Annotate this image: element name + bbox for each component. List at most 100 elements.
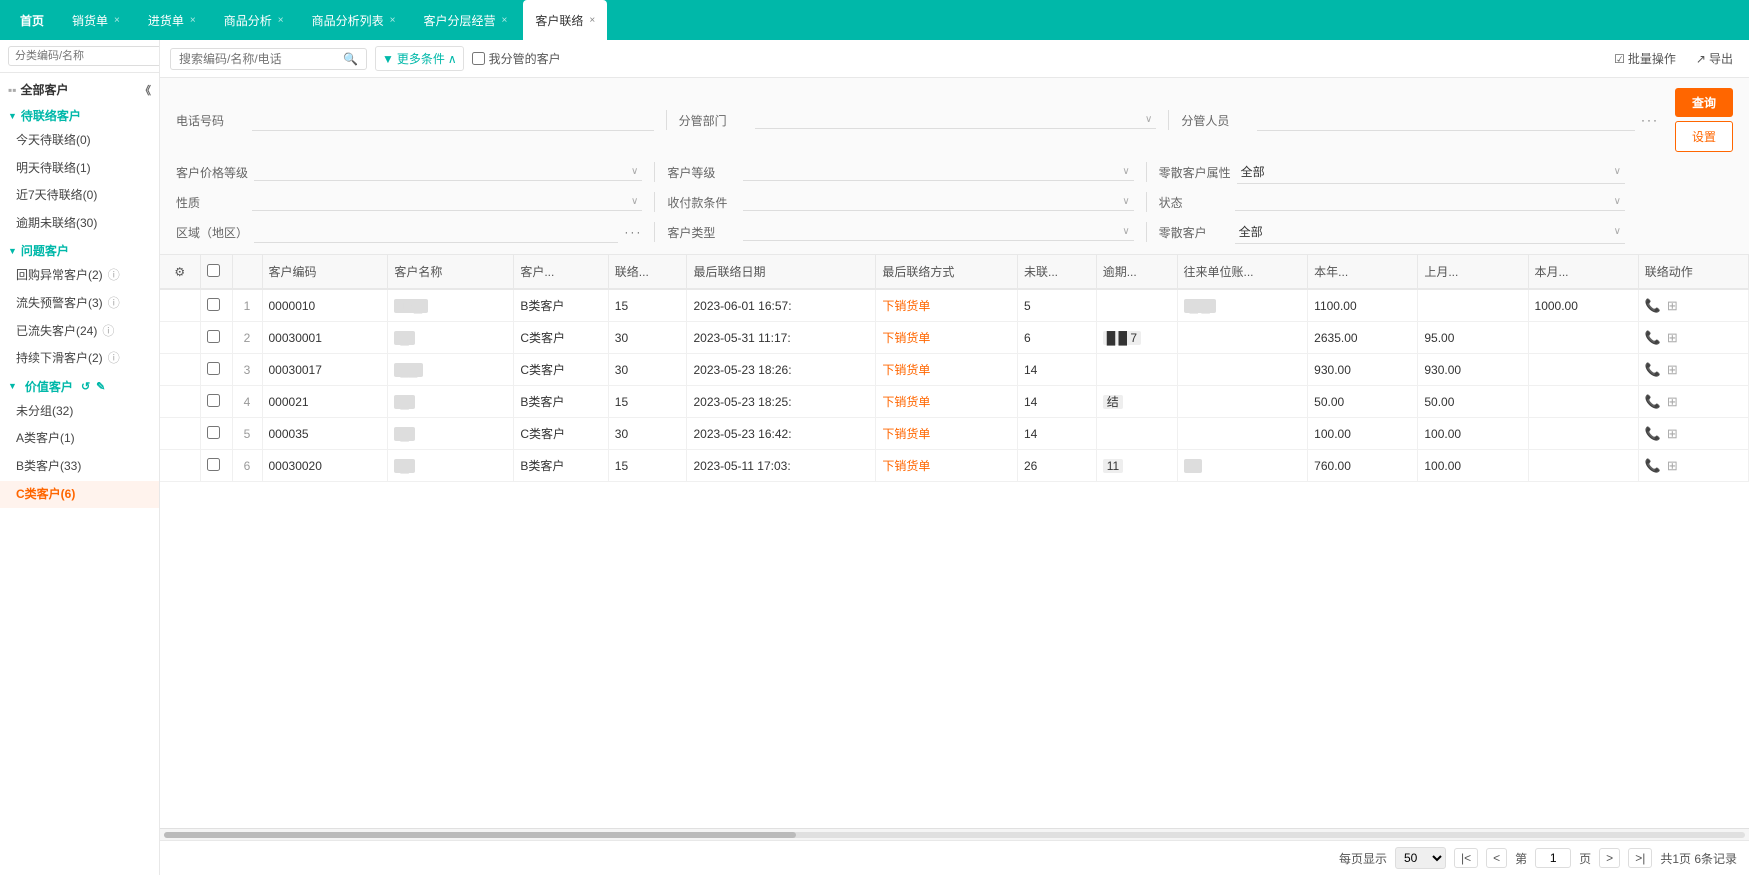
batch-op-button[interactable]: ☑ 批量操作 [1608,47,1682,70]
close-icon[interactable]: × [278,15,284,26]
filter-level-select[interactable]: ∨ [743,163,1133,181]
my-customers-checkbox[interactable] [472,52,485,65]
more-filters-button[interactable]: ▼ 更多条件 ∧ [375,46,464,71]
close-icon[interactable]: × [190,15,196,26]
sidebar-section-value[interactable]: 价值客户 ↺ ✎ [0,373,159,398]
current-page-input[interactable] [1535,848,1571,868]
filter-phone-input[interactable] [252,110,654,131]
filter-type-select[interactable]: ∨ [743,223,1133,241]
sidebar-item-declining[interactable]: 持续下滑客户(2) ⓘ [0,345,159,373]
sidebar-item-tomorrow[interactable]: 明天待联络(1) [0,155,159,183]
last-page-button[interactable]: >| [1628,848,1652,868]
col-this-year[interactable]: 本年... [1308,255,1418,289]
nav-tab-customer-contact[interactable]: 客户联络 × [523,0,607,40]
grid-icon[interactable]: ⊞ [1667,394,1678,410]
sidebar-item-7days[interactable]: 近7天待联络(0) [0,182,159,210]
grid-icon[interactable]: ⊞ [1667,330,1678,346]
filter-status-select[interactable]: ∨ [1235,193,1625,211]
close-icon[interactable]: × [114,15,120,26]
search-icon[interactable]: 🔍 [343,52,358,66]
last-way-link[interactable]: 下销货单 [882,331,930,345]
refresh-icon[interactable]: ↺ [81,380,90,393]
nav-tab-analysis-list[interactable]: 商品分析列表 × [300,0,408,40]
sidebar-all-customers[interactable]: ▪▪ 全部客户 《 [0,73,159,102]
filter-scattered2-select[interactable]: 全部 ∨ [1235,220,1625,244]
col-overdue[interactable]: 逾期... [1096,255,1177,289]
nav-tab-sales[interactable]: 销货单 × [60,0,132,40]
set-button[interactable]: 设置 [1675,121,1733,152]
row-checkbox[interactable] [207,458,220,471]
col-last-month[interactable]: 上月... [1418,255,1528,289]
search-input[interactable] [179,52,339,66]
row-checkbox[interactable] [207,298,220,311]
edit-icon[interactable]: ✎ [96,380,105,393]
sidebar-item-unclassified[interactable]: 未分组(32) [0,398,159,426]
row-checkbox[interactable] [207,362,220,375]
close-icon[interactable]: × [390,15,396,26]
collapse-icon[interactable]: 《 [140,82,151,98]
col-check[interactable] [200,255,232,289]
sidebar-item-churn-warning[interactable]: 流失预警客户(3) ⓘ [0,290,159,318]
col-gear[interactable]: ⚙ [160,255,200,289]
nav-tab-home[interactable]: 首页 [8,0,56,40]
close-icon[interactable]: × [501,15,507,26]
filter-region-input[interactable] [254,222,618,243]
col-code[interactable]: 客户编码 [262,255,388,289]
sidebar-item-abnormal[interactable]: 回购异常客户(2) ⓘ [0,262,159,290]
more-icon[interactable]: ··· [624,225,642,239]
row-checkbox[interactable] [207,330,220,343]
first-page-button[interactable]: |< [1454,848,1478,868]
col-this-month[interactable]: 本月... [1528,255,1638,289]
sidebar-search-input[interactable] [8,46,160,66]
sidebar-section-problem[interactable]: 问题客户 [0,237,159,262]
filter-scattered-select[interactable]: 全部 ∨ [1237,160,1625,184]
sidebar-item-class-b[interactable]: B类客户(33) [0,453,159,481]
last-way-link[interactable]: 下销货单 [882,299,930,313]
filter-nature-select[interactable]: ∨ [252,193,642,211]
sidebar-item-class-c[interactable]: C类客户(6) [0,481,159,509]
col-unit-balance[interactable]: 往来单位账... [1177,255,1308,289]
row-checkbox[interactable] [207,394,220,407]
sidebar-item-today[interactable]: 今天待联络(0) [0,127,159,155]
select-all-checkbox[interactable] [207,264,220,277]
grid-icon[interactable]: ⊞ [1667,426,1678,442]
prev-page-button[interactable]: < [1486,848,1507,868]
horizontal-scrollbar[interactable] [160,828,1749,840]
nav-tab-customer-layer[interactable]: 客户分层经营 × [411,0,519,40]
page-size-select[interactable]: 50 100 200 [1395,847,1446,869]
sidebar-item-overdue[interactable]: 逾期未联络(30) [0,210,159,238]
col-name[interactable]: 客户名称 [388,255,514,289]
last-way-link[interactable]: 下销货单 [882,427,930,441]
next-page-button[interactable]: > [1599,848,1620,868]
last-way-link[interactable]: 下销货单 [882,395,930,409]
last-way-link[interactable]: 下销货单 [882,363,930,377]
grid-icon[interactable]: ⊞ [1667,298,1678,314]
sidebar-item-class-a[interactable]: A类客户(1) [0,425,159,453]
sidebar-item-churned[interactable]: 已流失客户(24) ⓘ [0,318,159,346]
filter-person-input[interactable] [1257,110,1635,131]
query-button[interactable]: 查询 [1675,88,1733,117]
col-last-way[interactable]: 最后联络方式 [876,255,1018,289]
col-last-date[interactable]: 最后联络日期 [687,255,876,289]
filter-payment-select[interactable]: ∨ [743,193,1133,211]
col-no-contact[interactable]: 未联... [1018,255,1097,289]
grid-icon[interactable]: ⊞ [1667,458,1678,474]
last-way-link[interactable]: 下销货单 [882,459,930,473]
nav-tab-analysis[interactable]: 商品分析 × [212,0,296,40]
filter-price-select[interactable]: ∨ [254,163,642,181]
grid-icon[interactable]: ⊞ [1667,362,1678,378]
more-icon[interactable]: ··· [1641,113,1659,127]
phone-icon[interactable]: 📞 [1645,394,1661,410]
sidebar-section-pending[interactable]: 待联络客户 [0,102,159,127]
filter-dept-select[interactable]: ∨ [755,111,1157,129]
phone-icon[interactable]: 📞 [1645,426,1661,442]
row-checkbox[interactable] [207,426,220,439]
export-button[interactable]: ↗ 导出 [1690,47,1739,70]
phone-icon[interactable]: 📞 [1645,458,1661,474]
col-contact[interactable]: 联络... [608,255,687,289]
col-type[interactable]: 客户... [514,255,608,289]
phone-icon[interactable]: 📞 [1645,298,1661,314]
phone-icon[interactable]: 📞 [1645,330,1661,346]
phone-icon[interactable]: 📞 [1645,362,1661,378]
nav-tab-purchase[interactable]: 进货单 × [136,0,208,40]
